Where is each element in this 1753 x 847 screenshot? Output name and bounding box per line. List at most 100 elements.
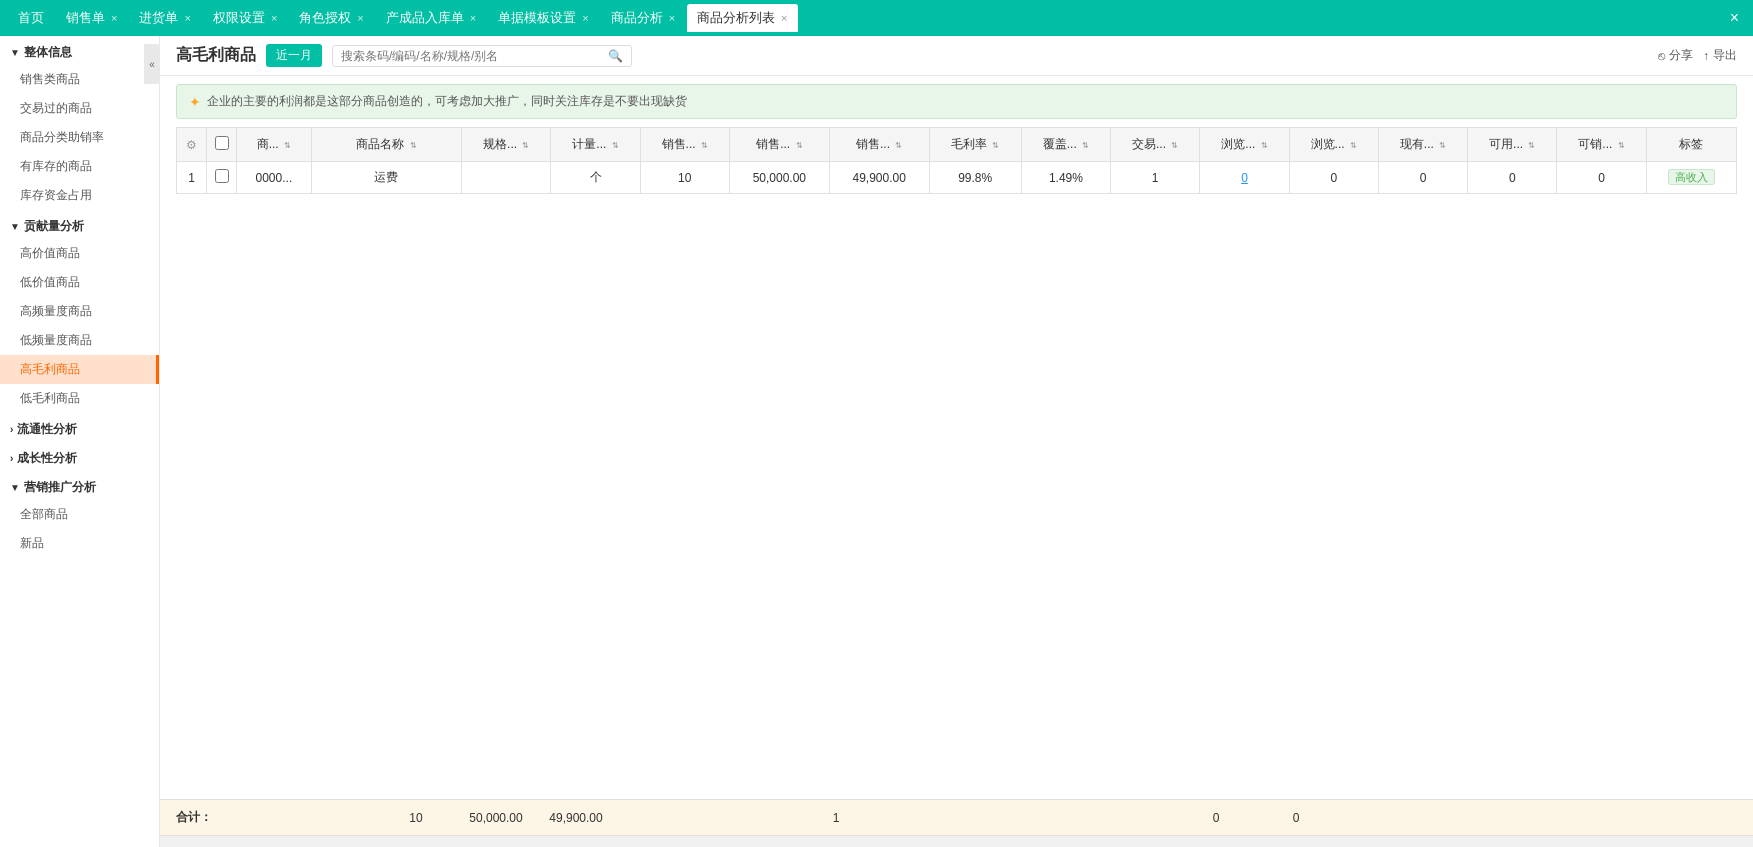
th-saleable[interactable]: 可销... ⇅ [1557,128,1646,162]
nav-tab-analysis-list[interactable]: 商品分析列表 × [687,4,797,32]
close-analysis-tab[interactable]: × [669,12,675,24]
export-button[interactable]: ↑ 导出 [1703,47,1737,64]
sort-browse2-icon: ⇅ [1350,141,1357,150]
th-spec[interactable]: 规格... ⇅ [462,128,551,162]
th-settings[interactable]: ⚙ [177,128,207,162]
footer-sale-qty: 10 [376,807,456,829]
td-name: 运费 [311,162,461,194]
sidebar-group-contribution[interactable]: ▼ 贡献量分析 [0,210,159,239]
th-unit[interactable]: 计量... ⇅ [551,128,640,162]
bottom-scrollbar[interactable] [160,835,1753,847]
footer-sale-profit: 49,900.00 [536,807,616,829]
th-browse1[interactable]: 浏览... ⇅ [1200,128,1289,162]
td-tag: 高收入 [1646,162,1736,194]
sidebar-collapse-btn[interactable]: « [144,44,160,84]
sidebar-item-high-freq[interactable]: 高频量度商品 [0,297,159,326]
share-button[interactable]: ⎋ 分享 [1658,47,1693,64]
content-area: 高毛利商品 近一月 🔍 ⎋ 分享 ↑ 导出 ✦ 企业的主要的利润都是这部分商品创… [160,36,1753,847]
settings-icon: ⚙ [186,138,197,152]
th-sale-profit[interactable]: 销售... ⇅ [829,128,929,162]
table-row: 1 0000... 运费 个 10 50,000.00 49,900.00 99… [177,162,1737,194]
th-code[interactable]: 商... ⇅ [237,128,312,162]
row-checkbox[interactable] [215,169,229,183]
sidebar-group-liquidity[interactable]: › 流通性分析 [0,413,159,442]
sidebar-item-stock-capital[interactable]: 库存资金占用 [0,181,159,210]
nav-tab-permission[interactable]: 权限设置 × [203,4,287,32]
sort-current-icon: ⇅ [1439,141,1446,150]
group-arrow-growth: › [10,453,13,464]
th-name[interactable]: 商品名称 ⇅ [311,128,461,162]
sort-unit-icon: ⇅ [612,141,619,150]
td-browse1[interactable]: 0 [1200,162,1289,194]
info-banner: ✦ 企业的主要的利润都是这部分商品创造的，可考虑加大推广，同时关注库存是不要出现… [176,84,1737,119]
nav-tab-role[interactable]: 角色授权 × [289,4,373,32]
th-sale-amount[interactable]: 销售... ⇅ [729,128,829,162]
sort-available-icon: ⇅ [1528,141,1535,150]
sidebar-item-new-goods[interactable]: 新品 [0,529,159,558]
td-unit: 个 [551,162,640,194]
sidebar-item-traded-goods[interactable]: 交易过的商品 [0,94,159,123]
th-coverage[interactable]: 覆盖... ⇅ [1021,128,1110,162]
sidebar-item-low-margin[interactable]: 低毛利商品 [0,384,159,413]
sort-trade-icon: ⇅ [1171,141,1178,150]
close-sales-tab[interactable]: × [111,12,117,24]
nav-tab-home[interactable]: 首页 [8,4,54,32]
group-arrow-contribution: ▼ [10,221,20,232]
sidebar-group-marketing[interactable]: ▼ 营销推广分析 [0,471,159,500]
sidebar-group-overview[interactable]: ▼ 整体信息 [0,36,159,65]
period-button[interactable]: 近一月 [266,44,322,67]
content-header: 高毛利商品 近一月 🔍 ⎋ 分享 ↑ 导出 [160,36,1753,76]
nav-tab-production[interactable]: 产成品入库单 × [376,4,486,32]
td-browse2: 0 [1289,162,1378,194]
td-available: 0 [1468,162,1557,194]
sidebar-item-high-value[interactable]: 高价值商品 [0,239,159,268]
sidebar-item-high-margin[interactable]: 高毛利商品 [0,355,159,384]
footer-cells: 10 50,000.00 49,900.00 1 0 0 [376,807,1336,829]
close-permission-tab[interactable]: × [271,12,277,24]
sidebar-item-low-value[interactable]: 低价值商品 [0,268,159,297]
footer-total: 合计： 10 50,000.00 49,900.00 1 0 0 [160,799,1753,835]
th-sale-qty[interactable]: 销售... ⇅ [640,128,729,162]
th-checkbox[interactable] [207,128,237,162]
close-production-tab[interactable]: × [470,12,476,24]
sidebar-item-all-goods[interactable]: 全部商品 [0,500,159,529]
nav-tab-purchase[interactable]: 进货单 × [129,4,200,32]
nav-tab-analysis[interactable]: 商品分析 × [601,4,685,32]
th-current[interactable]: 现有... ⇅ [1378,128,1467,162]
th-tag[interactable]: 标签 [1646,128,1736,162]
td-current: 0 [1378,162,1467,194]
th-trade[interactable]: 交易... ⇅ [1111,128,1200,162]
main-layout: « ▼ 整体信息 销售类商品 交易过的商品 商品分类助销率 有库存的商品 库存资… [0,36,1753,847]
footer-trade: 1 [796,807,876,829]
sort-grossrate-icon: ⇅ [992,141,999,150]
select-all-checkbox[interactable] [215,136,229,150]
th-browse2[interactable]: 浏览... ⇅ [1289,128,1378,162]
close-template-tab[interactable]: × [582,12,588,24]
sidebar-item-low-freq[interactable]: 低频量度商品 [0,326,159,355]
td-checkbox[interactable] [207,162,237,194]
tag-badge: 高收入 [1668,169,1715,185]
sidebar-item-in-stock[interactable]: 有库存的商品 [0,152,159,181]
search-icon[interactable]: 🔍 [608,49,623,63]
close-role-tab[interactable]: × [357,12,363,24]
info-message: 企业的主要的利润都是这部分商品创造的，可考虑加大推广，同时关注库存是不要出现缺货 [207,93,687,110]
th-available[interactable]: 可用... ⇅ [1468,128,1557,162]
sort-browse1-icon: ⇅ [1261,141,1268,150]
td-spec [462,162,551,194]
footer-label: 合计： [176,809,376,826]
close-purchase-tab[interactable]: × [184,12,190,24]
sidebar-item-category-rate[interactable]: 商品分类助销率 [0,123,159,152]
search-input[interactable] [341,49,604,63]
sidebar-item-sales-goods[interactable]: 销售类商品 [0,65,159,94]
top-nav: 首页 销售单 × 进货单 × 权限设置 × 角色授权 × 产成品入库单 × 单据… [0,0,1753,36]
sort-coverage-icon: ⇅ [1082,141,1089,150]
td-code[interactable]: 0000... [237,162,312,194]
footer-current: 0 [1176,807,1256,829]
th-gross-rate[interactable]: 毛利率 ⇅ [929,128,1021,162]
nav-tab-template[interactable]: 单据模板设置 × [488,4,598,32]
nav-tab-sales[interactable]: 销售单 × [56,4,127,32]
share-icon: ⎋ [1658,49,1665,63]
nav-window-close[interactable]: × [1724,9,1745,27]
close-analysis-list-tab[interactable]: × [781,12,787,24]
sidebar-group-growth[interactable]: › 成长性分析 [0,442,159,471]
